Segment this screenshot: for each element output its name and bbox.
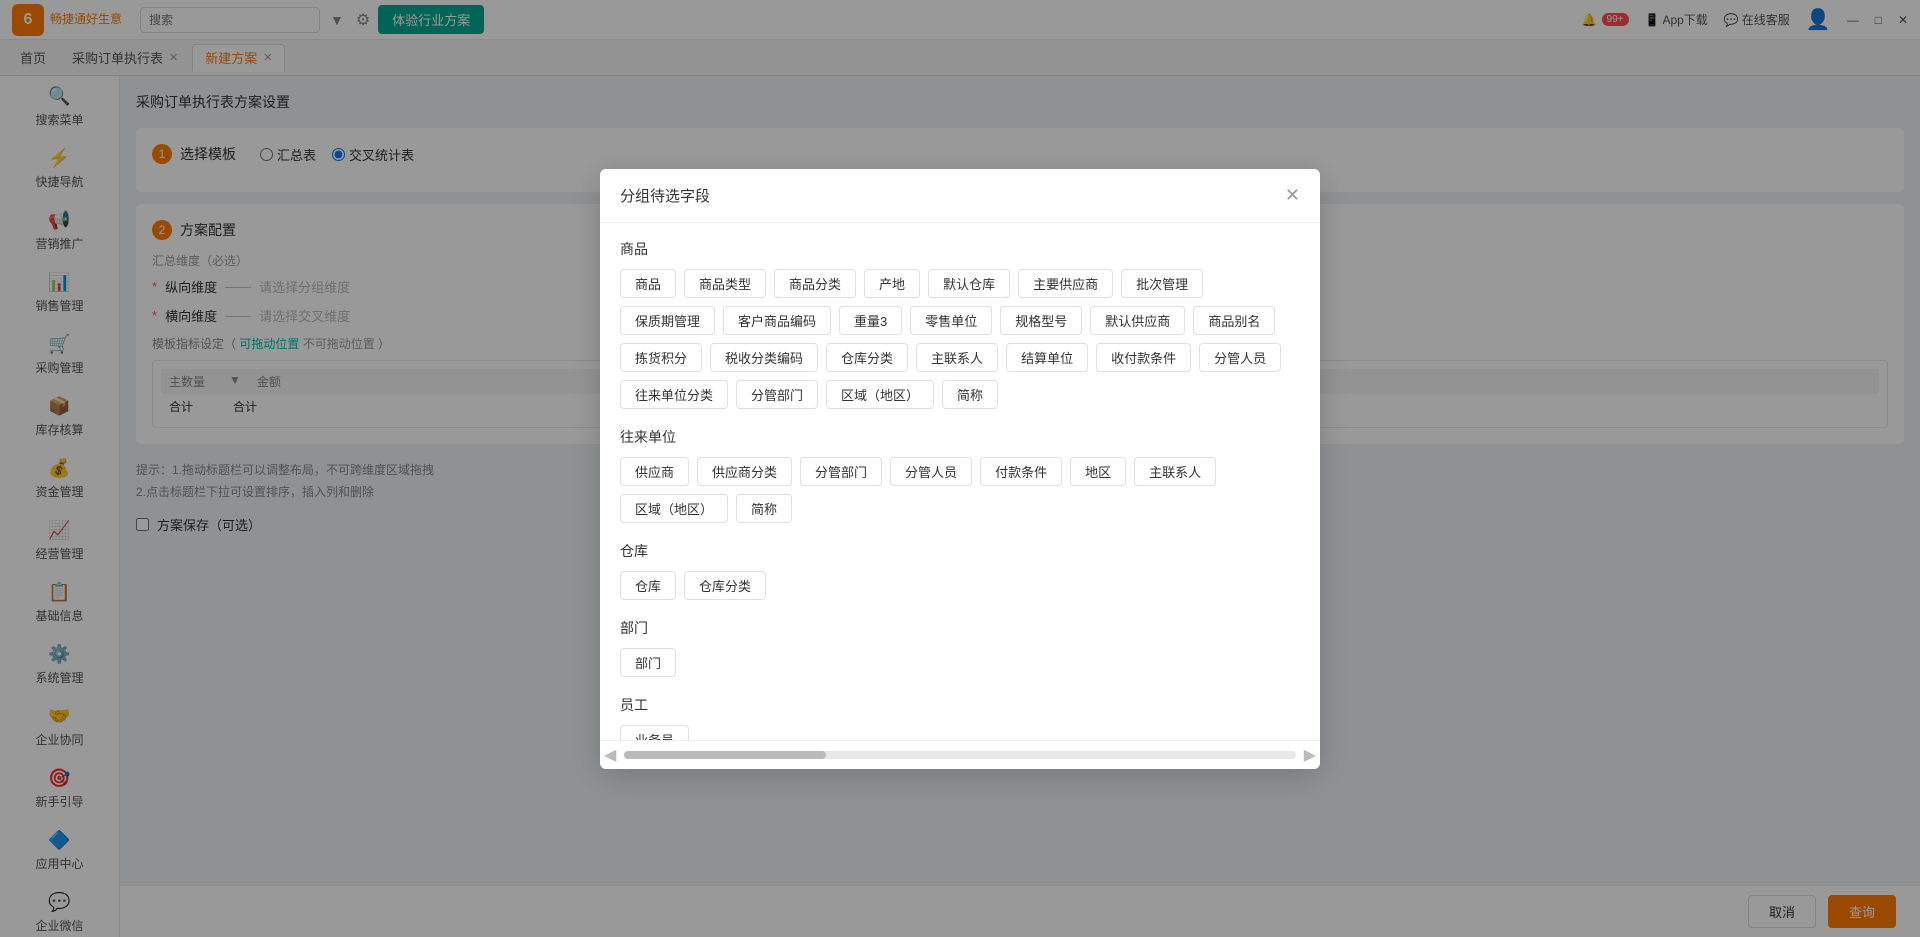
field-tag-0-3[interactable]: 产地	[864, 269, 920, 298]
field-tag-1-2[interactable]: 分管部门	[800, 457, 882, 486]
modal-title: 分组待选字段	[620, 185, 710, 206]
field-tag-0-20[interactable]: 分管人员	[1199, 343, 1281, 372]
field-section-title-1: 往来单位	[620, 427, 1300, 447]
field-tag-0-17[interactable]: 主联系人	[916, 343, 998, 372]
field-tag-0-14[interactable]: 拣货积分	[620, 343, 702, 372]
field-tag-0-22[interactable]: 分管部门	[736, 380, 818, 409]
field-tag-0-9[interactable]: 重量3	[839, 306, 902, 335]
field-section-title-4: 员工	[620, 695, 1300, 715]
field-section-title-0: 商品	[620, 239, 1300, 259]
field-section-0: 商品商品商品类型商品分类产地默认仓库主要供应商批次管理保质期管理客户商品编码重量…	[620, 239, 1300, 409]
field-section-2: 仓库仓库仓库分类	[620, 541, 1300, 600]
modal-body: 商品商品商品类型商品分类产地默认仓库主要供应商批次管理保质期管理客户商品编码重量…	[600, 223, 1320, 740]
scroll-left-arrow[interactable]: ◀	[604, 745, 616, 765]
field-tag-4-0[interactable]: 业务员	[620, 725, 689, 740]
field-tag-0-18[interactable]: 结算单位	[1006, 343, 1088, 372]
field-tag-0-23[interactable]: 区域（地区）	[826, 380, 934, 409]
field-section-1: 往来单位供应商供应商分类分管部门分管人员付款条件地区主联系人区域（地区） 简称	[620, 427, 1300, 523]
field-tag-0-16[interactable]: 仓库分类	[826, 343, 908, 372]
field-tag-0-1[interactable]: 商品类型	[684, 269, 766, 298]
field-tag-0-10[interactable]: 零售单位	[910, 306, 992, 335]
field-tag-1-1[interactable]: 供应商分类	[697, 457, 792, 486]
field-tag-0-6[interactable]: 批次管理	[1121, 269, 1203, 298]
field-tag-0-7[interactable]: 保质期管理	[620, 306, 715, 335]
field-tag-0-11[interactable]: 规格型号	[1000, 306, 1082, 335]
field-tag-1-4[interactable]: 付款条件	[980, 457, 1062, 486]
field-tag-0-24[interactable]: 简称	[942, 380, 998, 409]
field-tag-1-5[interactable]: 地区	[1070, 457, 1126, 486]
field-section-4: 员工业务员	[620, 695, 1300, 740]
modal-overlay: 分组待选字段 ✕ 商品商品商品类型商品分类产地默认仓库主要供应商批次管理保质期管…	[0, 0, 1920, 937]
field-tag-0-15[interactable]: 税收分类编码	[710, 343, 818, 372]
field-tags-4: 业务员	[620, 725, 1300, 740]
field-tag-0-13[interactable]: 商品别名	[1193, 306, 1275, 335]
field-tags-2: 仓库仓库分类	[620, 571, 1300, 600]
field-tag-0-21[interactable]: 往来单位分类	[620, 380, 728, 409]
modal-scroll-bar: ◀ ▶	[600, 740, 1320, 769]
field-tag-0-19[interactable]: 收付款条件	[1096, 343, 1191, 372]
field-tags-3: 部门	[620, 648, 1300, 677]
field-tag-0-12[interactable]: 默认供应商	[1090, 306, 1185, 335]
field-tag-0-5[interactable]: 主要供应商	[1018, 269, 1113, 298]
modal-dialog: 分组待选字段 ✕ 商品商品商品类型商品分类产地默认仓库主要供应商批次管理保质期管…	[600, 169, 1320, 769]
field-tag-1-0[interactable]: 供应商	[620, 457, 689, 486]
horizontal-scrollbar[interactable]	[624, 751, 1295, 759]
field-tag-2-0[interactable]: 仓库	[620, 571, 676, 600]
scroll-right-arrow[interactable]: ▶	[1304, 745, 1316, 765]
scroll-thumb	[624, 751, 825, 759]
field-tag-1-6[interactable]: 主联系人	[1134, 457, 1216, 486]
field-tag-0-0[interactable]: 商品	[620, 269, 676, 298]
modal-close-button[interactable]: ✕	[1285, 185, 1300, 206]
field-tag-0-4[interactable]: 默认仓库	[928, 269, 1010, 298]
field-tag-1-7[interactable]: 区域（地区）	[620, 494, 728, 523]
field-tag-1-3[interactable]: 分管人员	[890, 457, 972, 486]
field-tag-2-1[interactable]: 仓库分类	[684, 571, 766, 600]
field-tag-0-2[interactable]: 商品分类	[774, 269, 856, 298]
field-tag-3-0[interactable]: 部门	[620, 648, 676, 677]
field-tags-0: 商品商品类型商品分类产地默认仓库主要供应商批次管理保质期管理客户商品编码重量3 零…	[620, 269, 1300, 409]
modal-header: 分组待选字段 ✕	[600, 169, 1320, 223]
field-section-title-3: 部门	[620, 618, 1300, 638]
field-tags-1: 供应商供应商分类分管部门分管人员付款条件地区主联系人区域（地区） 简称	[620, 457, 1300, 523]
field-tag-0-8[interactable]: 客户商品编码	[723, 306, 831, 335]
field-tag-1-8[interactable]: 简称	[736, 494, 792, 523]
field-section-title-2: 仓库	[620, 541, 1300, 561]
field-section-3: 部门部门	[620, 618, 1300, 677]
